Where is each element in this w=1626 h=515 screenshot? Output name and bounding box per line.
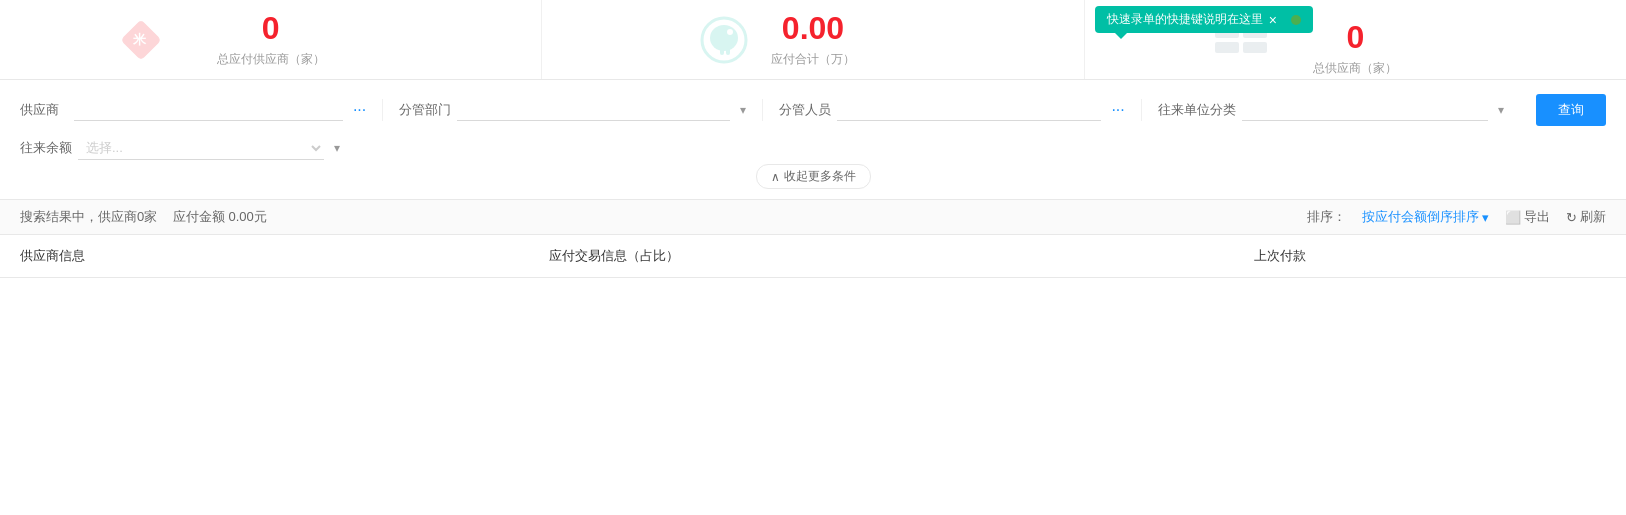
supplier-dots[interactable]: ···	[353, 101, 366, 119]
payable-suppliers-label: 总应付供应商（家）	[217, 51, 325, 68]
svg-text:米: 米	[132, 32, 147, 47]
tooltip-bubble[interactable]: 快速录单的快捷键说明在这里 ×	[1095, 6, 1313, 33]
filter-balance: 往来余额 选择... ▾	[20, 136, 340, 160]
payable-total-label: 应付合计（万）	[771, 51, 855, 68]
filter-row-1: 供应商 ··· 分管部门 ▾ 分管人员 ··· 往来单位分类 ▾ 查询	[20, 94, 1606, 126]
refresh-icon: ↻	[1566, 210, 1577, 225]
unit-category-input[interactable]	[1242, 99, 1488, 121]
table-body	[0, 278, 1626, 515]
tooltip-dot	[1291, 15, 1301, 25]
th-transaction-info: 应付交易信息（占比）	[549, 247, 1254, 265]
svg-point-4	[727, 29, 733, 35]
svg-rect-5	[720, 48, 724, 55]
stat-card-payable-suppliers: 米 0 总应付供应商（家）	[0, 0, 542, 79]
collapse-label: 收起更多条件	[784, 168, 856, 185]
collapse-row: ∧ 收起更多条件	[20, 164, 1606, 189]
balance-label: 往来余额	[20, 139, 72, 157]
stat-card-payable-total: 0.00 应付合计（万）	[542, 0, 1084, 79]
department-arrow[interactable]: ▾	[740, 103, 746, 117]
svg-rect-6	[726, 48, 730, 55]
export-button[interactable]: ⬜ 导出	[1505, 208, 1550, 226]
results-bar: 搜索结果中，供应商0家 应付金额 0.00元 排序： 按应付会额倒序排序 ▾ ⬜…	[0, 200, 1626, 235]
query-button[interactable]: 查询	[1536, 94, 1606, 126]
supplier-label: 供应商	[20, 101, 68, 119]
th-last-payment: 上次付款	[1254, 247, 1606, 265]
results-text: 搜索结果中，供应商0家	[20, 209, 157, 224]
unit-category-arrow[interactable]: ▾	[1498, 103, 1504, 117]
payable-total-number: 0.00	[782, 11, 844, 46]
sort-arrow-icon: ▾	[1482, 210, 1489, 225]
supplier-input[interactable]	[74, 99, 343, 121]
th-supplier-info: 供应商信息	[20, 247, 549, 265]
filter-department: 分管部门 ▾	[399, 99, 762, 121]
total-suppliers-number: 0	[1346, 20, 1364, 55]
export-icon: ⬜	[1505, 210, 1521, 225]
balance-select[interactable]: 选择...	[78, 136, 324, 160]
sort-value: 按应付会额倒序排序	[1362, 208, 1479, 226]
query-btn-wrapper: 查询	[1536, 94, 1606, 126]
filter-manager: 分管人员 ···	[779, 99, 1142, 121]
payable-suppliers-number: 0	[262, 11, 280, 46]
total-suppliers-label: 总供应商（家）	[1313, 60, 1397, 77]
export-label: 导出	[1524, 208, 1550, 226]
filter-row-2: 往来余额 选择... ▾	[20, 136, 1606, 160]
collapse-up-icon: ∧	[771, 170, 780, 184]
collapse-button[interactable]: ∧ 收起更多条件	[756, 164, 871, 189]
diamond-icon: 米	[119, 18, 163, 62]
filter-unit-category: 往来单位分类 ▾	[1158, 99, 1520, 121]
department-label: 分管部门	[399, 101, 451, 119]
refresh-label: 刷新	[1580, 208, 1606, 226]
manager-label: 分管人员	[779, 101, 831, 119]
filter-area: 供应商 ··· 分管部门 ▾ 分管人员 ··· 往来单位分类 ▾ 查询 往来	[0, 80, 1626, 200]
results-right: 排序： 按应付会额倒序排序 ▾ ⬜ 导出 ↻ 刷新	[1307, 208, 1606, 226]
tooltip-close-button[interactable]: ×	[1269, 13, 1277, 27]
manager-dots[interactable]: ···	[1111, 101, 1124, 119]
filter-supplier: 供应商 ···	[20, 99, 383, 121]
results-left: 搜索结果中，供应商0家 应付金额 0.00元	[20, 208, 267, 226]
svg-point-3	[710, 25, 738, 51]
sort-select[interactable]: 按应付会额倒序排序 ▾	[1362, 208, 1489, 226]
piggy-icon	[694, 10, 754, 70]
balance-arrow[interactable]: ▾	[334, 141, 340, 155]
svg-rect-10	[1243, 42, 1267, 53]
stats-bar: 米 0 总应付供应商（家） 0.00 应付合计（万） 快速录单的快捷键说明在这里…	[0, 0, 1626, 80]
tooltip-text: 快速录单的快捷键说明在这里	[1107, 11, 1263, 28]
svg-rect-9	[1215, 42, 1239, 53]
refresh-button[interactable]: ↻ 刷新	[1566, 208, 1606, 226]
results-amount: 应付金额 0.00元	[173, 209, 267, 224]
unit-category-label: 往来单位分类	[1158, 101, 1236, 119]
stat-card-total-suppliers: 快速录单的快捷键说明在这里 × 0 总供应商（家）	[1085, 0, 1626, 79]
table-header: 供应商信息 应付交易信息（占比） 上次付款	[0, 235, 1626, 278]
manager-input[interactable]	[837, 99, 1102, 121]
sort-label: 排序：	[1307, 208, 1346, 226]
department-input[interactable]	[457, 99, 729, 121]
